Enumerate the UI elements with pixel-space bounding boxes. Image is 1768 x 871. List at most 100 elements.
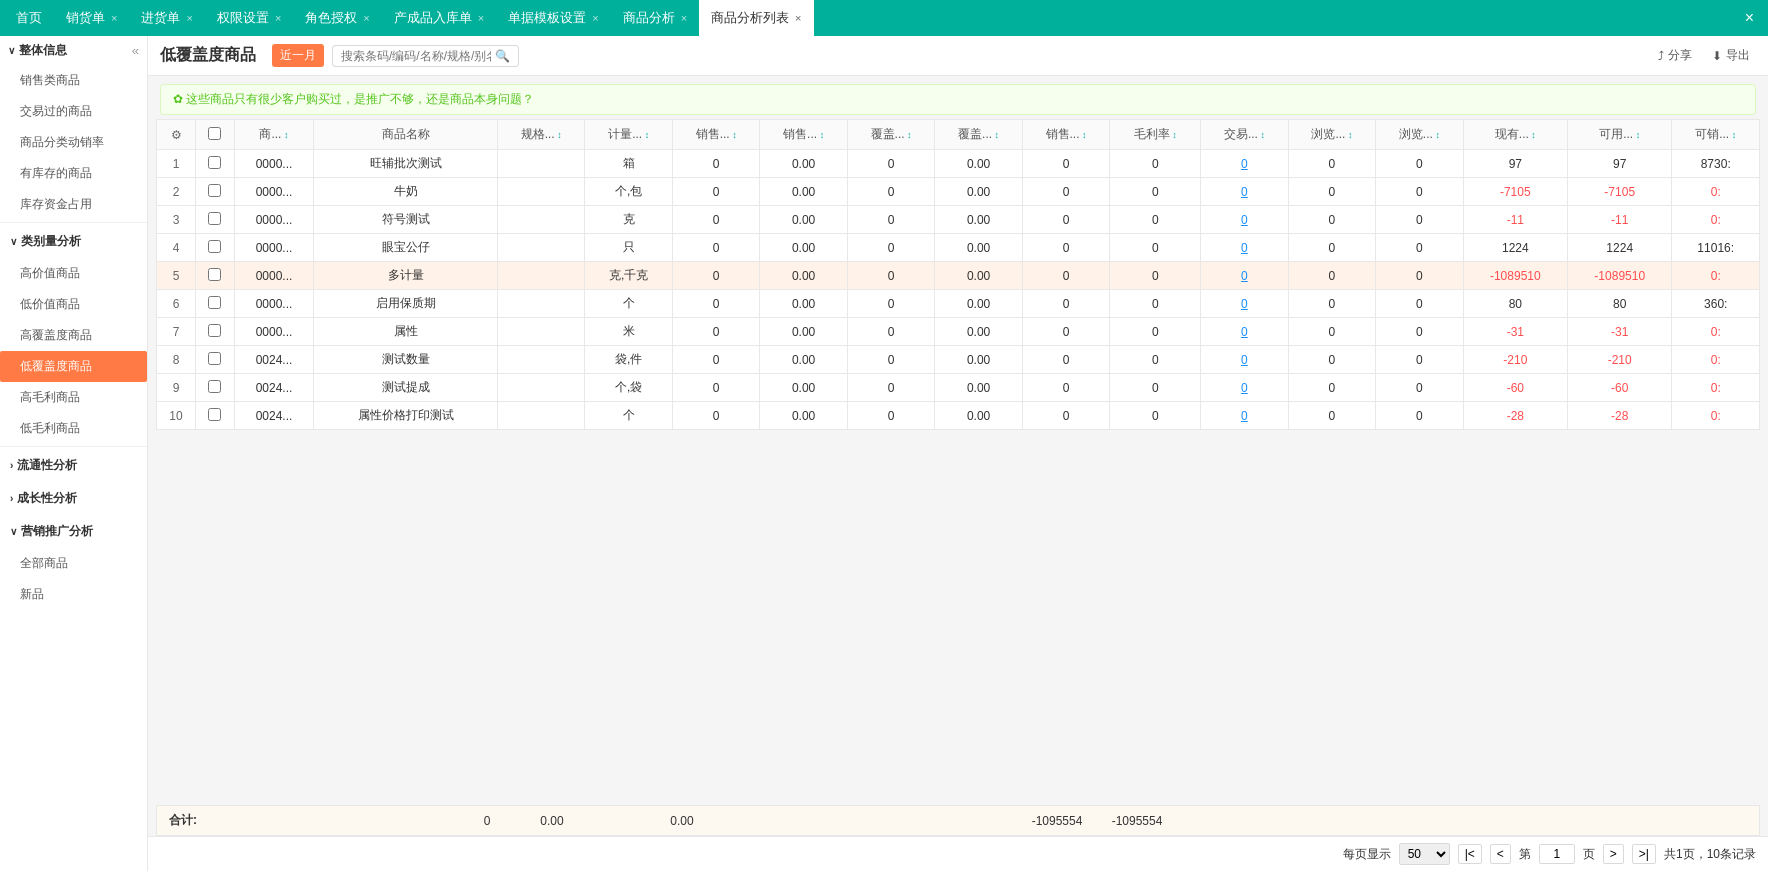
share-button[interactable]: ⤴ 分享 (1652, 44, 1698, 67)
close-icon[interactable]: × (795, 12, 801, 24)
col-trade[interactable]: 交易... ↕ (1201, 120, 1288, 150)
row-checkbox[interactable] (208, 380, 221, 393)
table-cell: 0.00 (760, 262, 847, 290)
window-close-button[interactable]: × (1735, 9, 1764, 27)
row-checkbox[interactable] (208, 296, 221, 309)
row-checkbox[interactable] (208, 352, 221, 365)
browse-link[interactable]: 0 (1201, 318, 1288, 346)
sidebar-item-high-coverage[interactable]: 高覆盖度商品 (0, 320, 147, 351)
sidebar-item-category-rate[interactable]: 商品分类动销率 (0, 127, 147, 158)
table-cell: -210 (1568, 346, 1672, 374)
col-cov1[interactable]: 覆盖... ↕ (847, 120, 934, 150)
col-sales-amt[interactable]: 销售... ↕ (760, 120, 847, 150)
settings-icon[interactable]: ⚙ (171, 128, 182, 142)
sidebar-section-flow[interactable]: › 流通性分析 (0, 449, 147, 482)
col-stock1[interactable]: 现有... ↕ (1463, 120, 1567, 150)
col-saleable[interactable]: 可销... ↕ (1672, 120, 1760, 150)
browse-link[interactable]: 0 (1201, 150, 1288, 178)
date-filter-button[interactable]: 近一月 (272, 44, 324, 67)
prev-page-button[interactable]: < (1490, 844, 1511, 864)
close-icon[interactable]: × (478, 12, 484, 24)
row-checkbox[interactable] (208, 268, 221, 281)
col-code[interactable]: 商... ↕ (234, 120, 314, 150)
tab-finished-goods[interactable]: 产成品入库单 × (382, 0, 496, 36)
close-icon[interactable]: × (186, 12, 192, 24)
close-icon[interactable]: × (275, 12, 281, 24)
col-name[interactable]: 商品名称 (314, 120, 498, 150)
col-sales-rate[interactable]: 销售... ↕ (1022, 120, 1109, 150)
sidebar-item-all-goods[interactable]: 全部商品 (0, 548, 147, 579)
table-wrapper: ⚙ 商... ↕ 商品名称 规格... ↕ 计量... ↕ 销售... ↕ 销售… (148, 119, 1768, 805)
browse-link[interactable]: 0 (1201, 178, 1288, 206)
col-browse1[interactable]: 浏览... ↕ (1288, 120, 1375, 150)
sidebar-item-sales-goods[interactable]: 销售类商品 (0, 65, 147, 96)
sidebar-item-low-margin[interactable]: 低毛利商品 (0, 413, 147, 444)
select-all-checkbox[interactable] (208, 127, 221, 140)
sidebar-item-new-goods[interactable]: 新品 (0, 579, 147, 610)
tab-product-analysis[interactable]: 商品分析 × (611, 0, 699, 36)
sidebar-item-traded-goods[interactable]: 交易过的商品 (0, 96, 147, 127)
tab-sales-order[interactable]: 销货单 × (54, 0, 129, 36)
sidebar-item-stock-goods[interactable]: 有库存的商品 (0, 158, 147, 189)
search-input[interactable] (341, 49, 491, 63)
tab-permissions[interactable]: 权限设置 × (205, 0, 293, 36)
close-icon[interactable]: × (592, 12, 598, 24)
table-cell: 0.00 (935, 318, 1022, 346)
table-cell: 0000... (234, 318, 314, 346)
sidebar-item-high-margin[interactable]: 高毛利商品 (0, 382, 147, 413)
sort-icon: ↕ (281, 130, 288, 140)
tab-template-settings[interactable]: 单据模板设置 × (496, 0, 610, 36)
pagination-bar: 每页显示 50 20 100 |< < 第 页 > >| 共1页，10条记录 (148, 836, 1768, 871)
sidebar-section-growth[interactable]: › 成长性分析 (0, 482, 147, 515)
browse-link[interactable]: 0 (1201, 206, 1288, 234)
sidebar-item-low-value[interactable]: 低价值商品 (0, 289, 147, 320)
row-checkbox[interactable] (208, 156, 221, 169)
close-icon[interactable]: × (363, 12, 369, 24)
table-row: 40000...眼宝公仔只00.0000.0000000122412241101… (157, 234, 1760, 262)
sidebar-section-marketing[interactable]: ∨ 营销推广分析 (0, 515, 147, 548)
sidebar-collapse-button[interactable]: « (132, 43, 139, 58)
browse-link[interactable]: 0 (1201, 290, 1288, 318)
browse-link[interactable]: 0 (1201, 402, 1288, 430)
col-spec[interactable]: 规格... ↕ (497, 120, 584, 150)
per-page-select[interactable]: 50 20 100 (1399, 843, 1450, 865)
page-input[interactable] (1539, 844, 1575, 864)
close-icon[interactable]: × (681, 12, 687, 24)
close-icon[interactable]: × (111, 12, 117, 24)
tab-product-analysis-list[interactable]: 商品分析列表 × (699, 0, 813, 36)
col-cov2[interactable]: 覆盖... ↕ (935, 120, 1022, 150)
col-settings[interactable]: ⚙ (157, 120, 196, 150)
browse-link[interactable]: 0 (1201, 374, 1288, 402)
col-checkbox[interactable] (196, 120, 234, 150)
sidebar-section-category-analysis[interactable]: ∨ 类别量分析 (0, 225, 147, 258)
last-page-button[interactable]: >| (1632, 844, 1656, 864)
col-stock2[interactable]: 可用... ↕ (1568, 120, 1672, 150)
sidebar-section-overview[interactable]: ∨ 整体信息 (8, 42, 67, 59)
tab-role-auth[interactable]: 角色授权 × (293, 0, 381, 36)
browse-link[interactable]: 0 (1201, 262, 1288, 290)
sort-icon: ↕ (1170, 130, 1177, 140)
row-checkbox[interactable] (208, 240, 221, 253)
col-browse2[interactable]: 浏览... ↕ (1376, 120, 1463, 150)
table-cell: 眼宝公仔 (314, 234, 498, 262)
browse-link[interactable]: 0 (1201, 234, 1288, 262)
row-checkbox[interactable] (208, 408, 221, 421)
export-button[interactable]: ⬇ 导出 (1706, 44, 1756, 67)
first-page-button[interactable]: |< (1458, 844, 1482, 864)
col-unit[interactable]: 计量... ↕ (585, 120, 672, 150)
sidebar-item-high-value[interactable]: 高价值商品 (0, 258, 147, 289)
tab-purchase[interactable]: 进货单 × (129, 0, 204, 36)
row-checkbox[interactable] (208, 212, 221, 225)
col-sales-qty[interactable]: 销售... ↕ (672, 120, 759, 150)
search-icon[interactable]: 🔍 (495, 49, 510, 63)
browse-link[interactable]: 0 (1201, 346, 1288, 374)
row-checkbox[interactable] (208, 184, 221, 197)
tab-home[interactable]: 首页 (4, 0, 54, 36)
sidebar-item-stock-capital[interactable]: 库存资金占用 (0, 189, 147, 220)
table-cell: 0000... (234, 178, 314, 206)
table-cell: 0 (1376, 374, 1463, 402)
col-gross-rate[interactable]: 毛利率 ↕ (1110, 120, 1201, 150)
next-page-button[interactable]: > (1603, 844, 1624, 864)
row-checkbox[interactable] (208, 324, 221, 337)
sidebar-item-low-coverage[interactable]: 低覆盖度商品 (0, 351, 147, 382)
